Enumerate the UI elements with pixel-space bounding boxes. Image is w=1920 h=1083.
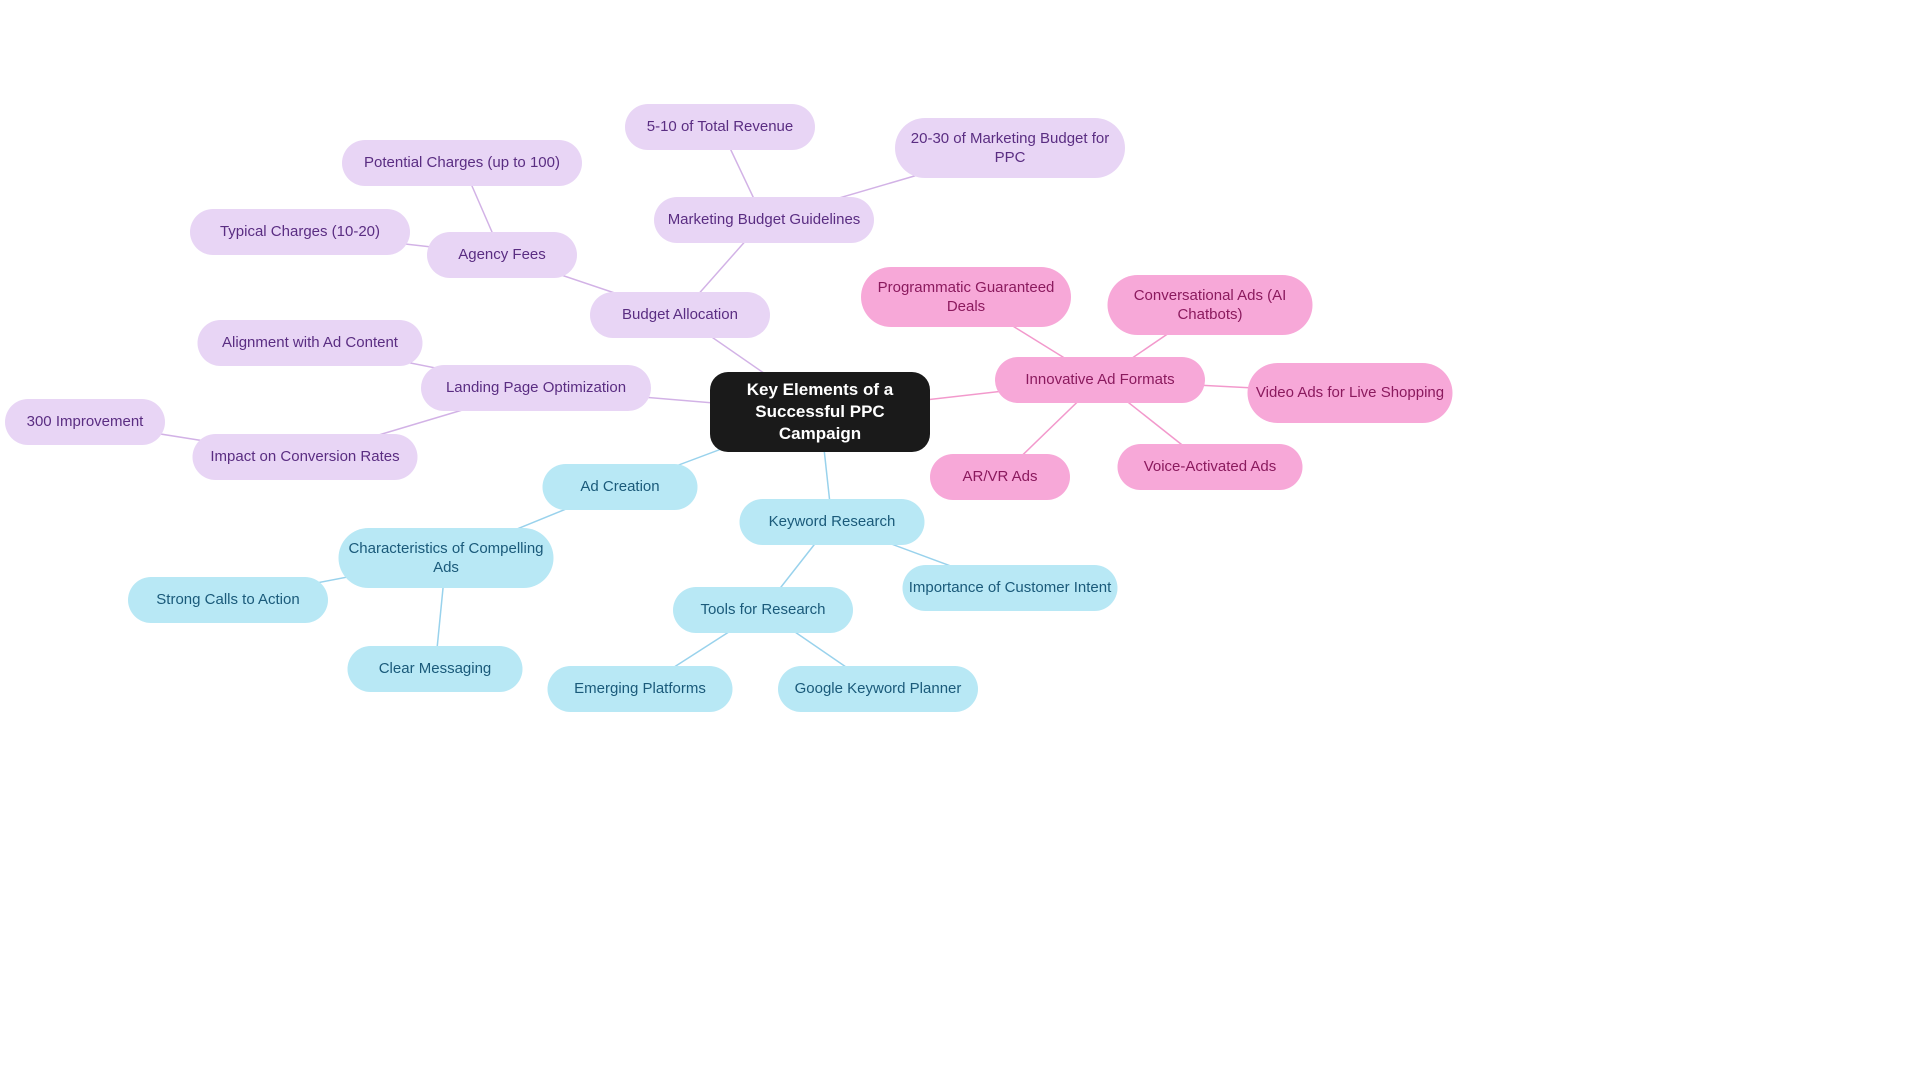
node-innovative-ad-formats[interactable]: Innovative Ad Formats bbox=[995, 357, 1205, 403]
node-marketing-budget-guidelines[interactable]: Marketing Budget Guidelines bbox=[654, 197, 874, 243]
node-emerging-platforms[interactable]: Emerging Platforms bbox=[548, 666, 733, 712]
mindmap-container: Key Elements of a Successful PPC Campaig… bbox=[0, 0, 1920, 1083]
node-landing-page-optimization[interactable]: Landing Page Optimization bbox=[421, 365, 651, 411]
node-alignment-ad-content[interactable]: Alignment with Ad Content bbox=[198, 320, 423, 366]
node-impact-conversion[interactable]: Impact on Conversion Rates bbox=[193, 434, 418, 480]
node-5-10-revenue[interactable]: 5-10 of Total Revenue bbox=[625, 104, 815, 150]
node-strong-calls-to-action[interactable]: Strong Calls to Action bbox=[128, 577, 328, 623]
node-300-improvement[interactable]: 300 Improvement bbox=[5, 399, 165, 445]
node-agency-fees[interactable]: Agency Fees bbox=[427, 232, 577, 278]
node-google-keyword-planner[interactable]: Google Keyword Planner bbox=[778, 666, 978, 712]
node-importance-customer-intent[interactable]: Importance of Customer Intent bbox=[903, 565, 1118, 611]
node-ad-creation[interactable]: Ad Creation bbox=[543, 464, 698, 510]
node-video-ads-live[interactable]: Video Ads for Live Shopping bbox=[1248, 363, 1453, 423]
node-conversational-ads[interactable]: Conversational Ads (AI Chatbots) bbox=[1108, 275, 1313, 335]
node-20-30-ppc[interactable]: 20-30 of Marketing Budget for PPC bbox=[895, 118, 1125, 178]
node-keyword-research[interactable]: Keyword Research bbox=[740, 499, 925, 545]
node-potential-charges[interactable]: Potential Charges (up to 100) bbox=[342, 140, 582, 186]
node-characteristics-compelling[interactable]: Characteristics of Compelling Ads bbox=[339, 528, 554, 588]
node-clear-messaging[interactable]: Clear Messaging bbox=[348, 646, 523, 692]
node-budget-allocation[interactable]: Budget Allocation bbox=[590, 292, 770, 338]
node-ar-vr-ads[interactable]: AR/VR Ads bbox=[930, 454, 1070, 500]
node-programmatic-guaranteed[interactable]: Programmatic Guaranteed Deals bbox=[861, 267, 1071, 327]
node-tools-for-research[interactable]: Tools for Research bbox=[673, 587, 853, 633]
node-voice-activated-ads[interactable]: Voice-Activated Ads bbox=[1118, 444, 1303, 490]
node-typical-charges[interactable]: Typical Charges (10-20) bbox=[190, 209, 410, 255]
center-node[interactable]: Key Elements of a Successful PPC Campaig… bbox=[710, 372, 930, 452]
